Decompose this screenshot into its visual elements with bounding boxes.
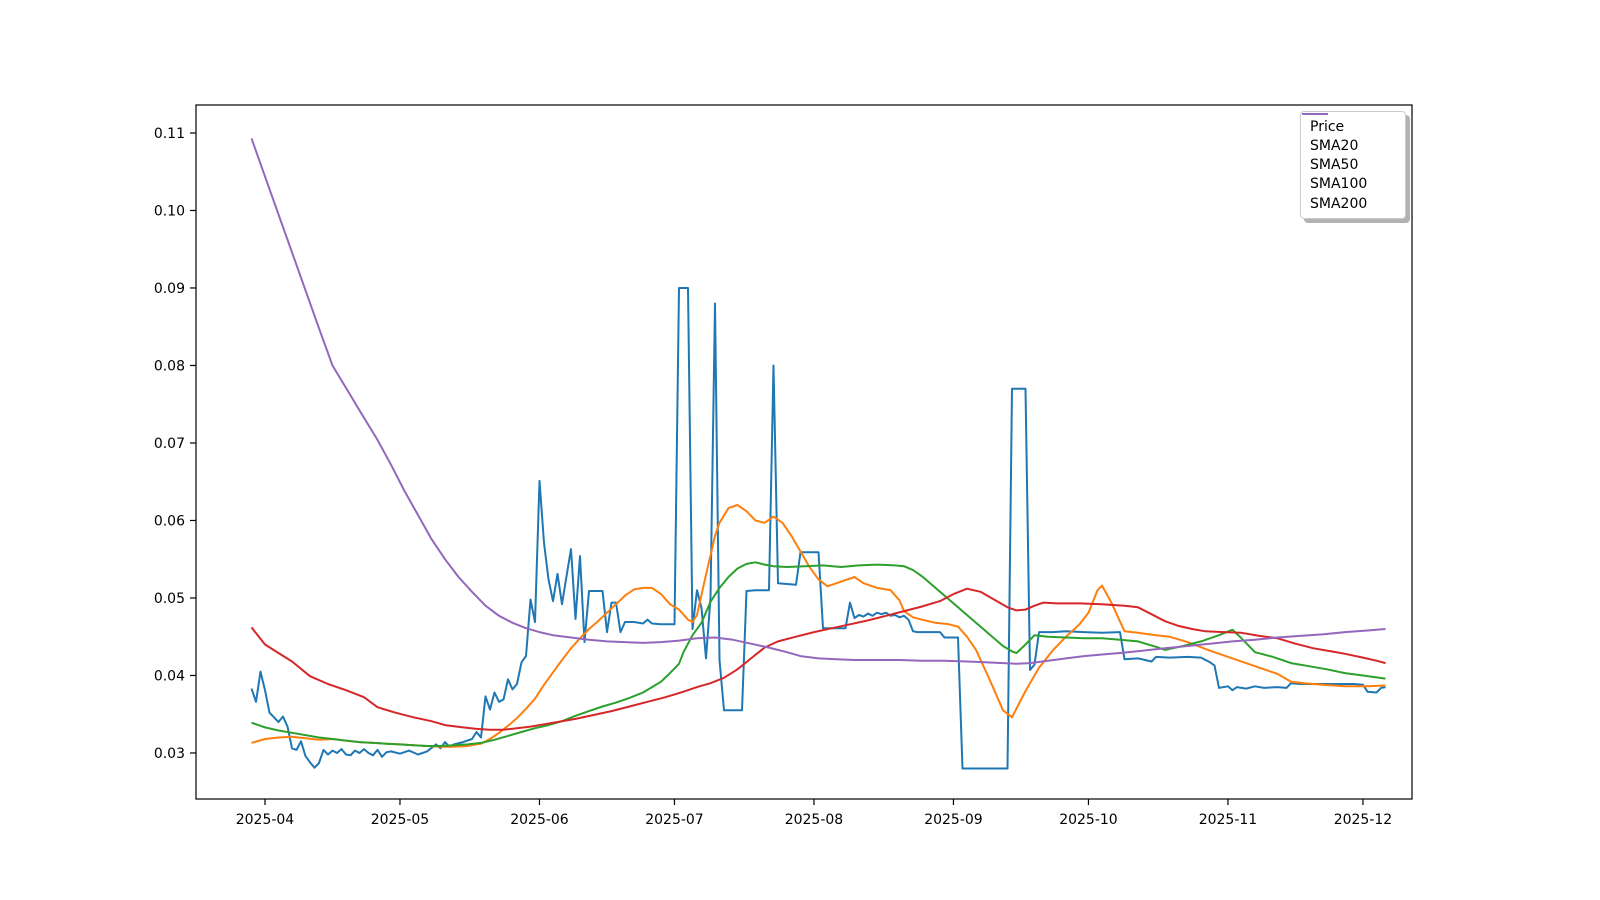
y-tick-label: 0.07 [154, 436, 185, 452]
y-tick-label: 0.04 [154, 668, 185, 684]
series-line-sma200 [250, 138, 1386, 665]
x-tick-label: 2025-06 [510, 812, 569, 828]
series-line-sma20 [251, 504, 1386, 748]
x-tick-label: 2025-07 [645, 812, 704, 828]
y-tick-label: 0.08 [154, 358, 185, 374]
x-tick-label: 2025-12 [1334, 812, 1393, 828]
x-tick-label: 2025-08 [785, 812, 844, 828]
x-tick-label: 2025-05 [371, 812, 430, 828]
series-line-price [250, 287, 1386, 770]
y-axis: 0.03 0.04 0.05 0.06 0.07 0.08 0.09 0.10 0.11 [154, 126, 196, 762]
legend-label-sma100: SMA100 [1310, 176, 1368, 193]
y-tick-label: 0.05 [154, 591, 185, 607]
x-axis: 2025-04 2025-05 2025-06 2025-07 2025-08 2025-… [236, 799, 1392, 828]
y-tick-label: 0.10 [154, 203, 185, 219]
plot-border [195, 104, 1413, 800]
figure: 2025-04 2025-05 2025-06 2025-07 2025-08 2025-… [0, 0, 1600, 900]
legend-item-sma50: SMA50 [1302, 113, 1395, 175]
plot-lines [250, 138, 1386, 770]
y-tick-label: 0.11 [154, 126, 185, 142]
legend-label-sma20: SMA20 [1310, 137, 1359, 154]
x-tick-label: 2025-04 [236, 812, 295, 828]
y-tick-label: 0.03 [154, 746, 185, 762]
legend-item-sma200: SMA200 [1302, 113, 1395, 213]
sma200-line-swatch-icon [1302, 113, 1328, 115]
legend-label-sma200: SMA200 [1310, 195, 1368, 212]
legend-item-price: Price [1302, 113, 1395, 136]
legend-label-sma50: SMA50 [1310, 157, 1359, 173]
x-tick-label: 2025-10 [1059, 812, 1118, 828]
y-tick-label: 0.06 [154, 513, 185, 529]
y-tick-label: 0.09 [154, 281, 185, 297]
x-tick-label: 2025-09 [924, 812, 983, 828]
x-tick-label: 2025-11 [1199, 812, 1258, 828]
legend-item-sma20: SMA20 [1302, 113, 1395, 155]
legend-label-price: Price [1310, 118, 1345, 135]
legend: Price SMA20 SMA50 SMA100 SMA200 [1300, 111, 1406, 219]
legend-item-sma100: SMA100 [1302, 113, 1395, 194]
